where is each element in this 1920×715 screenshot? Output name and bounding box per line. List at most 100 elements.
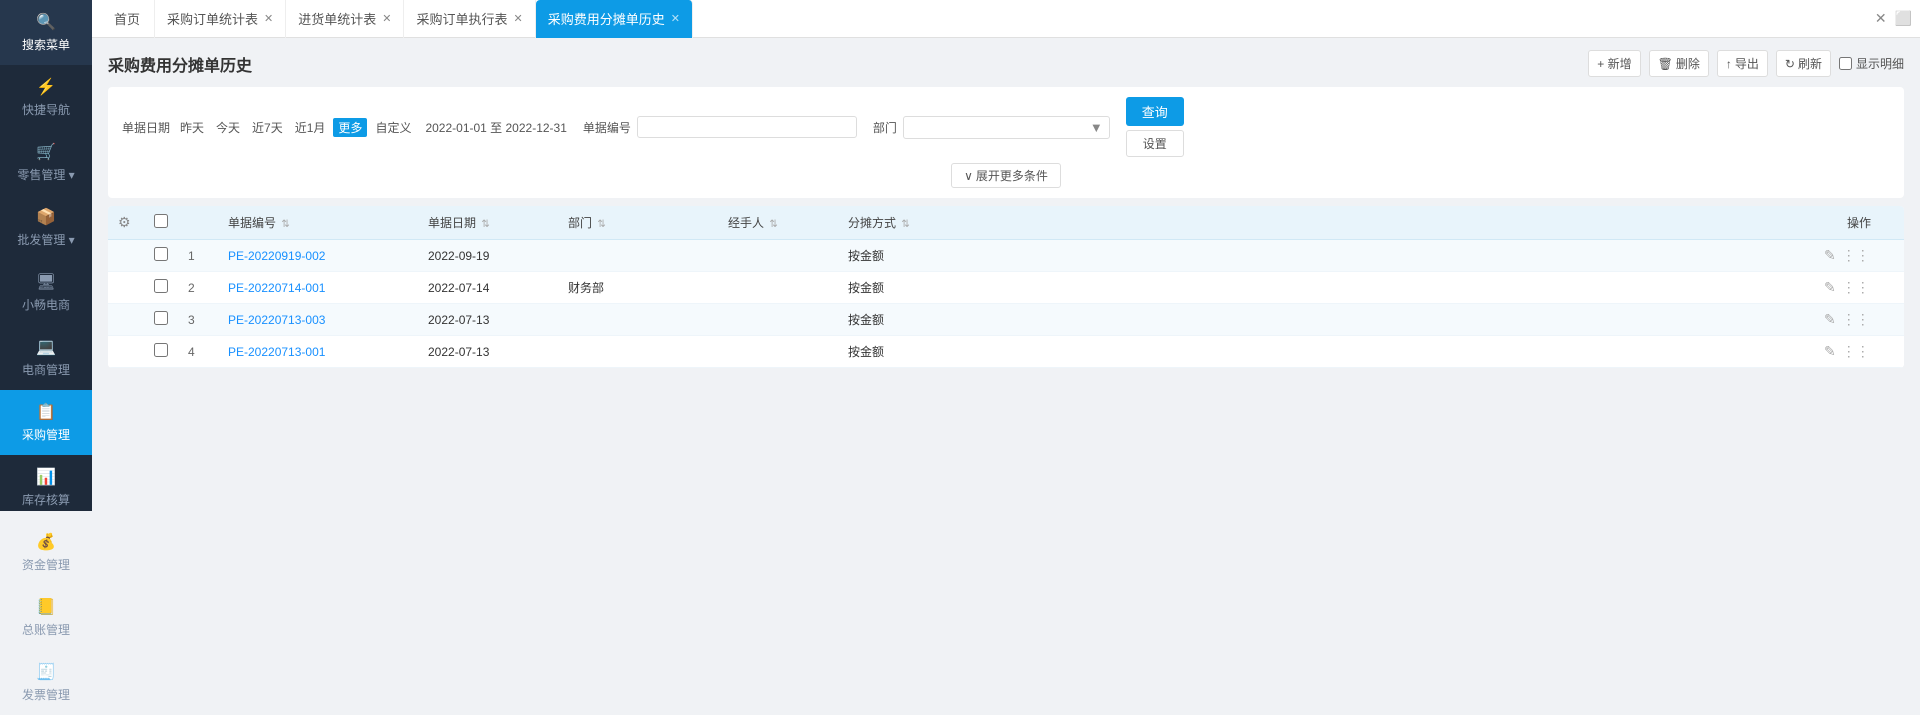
- row-checkbox-1[interactable]: [154, 279, 168, 293]
- refresh-icon: ↻: [1785, 57, 1795, 71]
- shortcut-yesterday[interactable]: 昨天: [176, 118, 208, 137]
- shortcut-7days[interactable]: 近7天: [248, 118, 287, 137]
- row-edit-icon-3[interactable]: ✎: [1824, 343, 1836, 360]
- row-more-icon-0[interactable]: ⋮⋮: [1842, 247, 1870, 264]
- row-dept-0: [558, 240, 718, 272]
- dept-dropdown-icon[interactable]: ▼: [1084, 117, 1109, 138]
- row-split-0: 按金额: [838, 240, 1814, 272]
- sidebar-icon: 💰: [4, 532, 88, 552]
- row-handler-3: [718, 336, 838, 368]
- export-button[interactable]: ↑ 导出: [1717, 50, 1768, 77]
- row-more-icon-1[interactable]: ⋮⋮: [1842, 279, 1870, 296]
- row-split-2: 按金额: [838, 304, 1814, 336]
- sidebar-icon: 🛒: [4, 142, 88, 162]
- add-button[interactable]: + 新增: [1588, 50, 1640, 77]
- row-checkbox-2[interactable]: [154, 311, 168, 325]
- sidebar-icon: 📊: [4, 467, 88, 487]
- row-setting-3: [108, 336, 144, 368]
- filter-row: 单据日期 昨天 今天 近7天 近1月 更多 自定义 2022-01-01 至 2…: [122, 97, 1890, 157]
- row-handler-1: [718, 272, 838, 304]
- show-columns-checkbox[interactable]: [1839, 57, 1852, 70]
- tab-purchase-order-exec[interactable]: 采购订单执行表 ✕: [404, 0, 535, 38]
- row-checkbox-3[interactable]: [154, 343, 168, 357]
- table-row: 2 PE-20220714-001 2022-07-14 财务部 按金额 ✎ ⋮…: [108, 272, 1904, 304]
- query-button[interactable]: 查询: [1126, 97, 1184, 126]
- row-checkbox-0[interactable]: [154, 247, 168, 261]
- col-action-header: 操作: [1814, 206, 1904, 240]
- column-settings-icon[interactable]: ⚙: [118, 214, 131, 230]
- close-tab-2[interactable]: ✕: [382, 12, 391, 25]
- row-action-1: ✎ ⋮⋮: [1814, 272, 1904, 304]
- row-more-icon-3[interactable]: ⋮⋮: [1842, 343, 1870, 360]
- docno-filter: 单据编号: [583, 116, 857, 138]
- tab-bar-right: ✕ ⬜: [1875, 10, 1912, 27]
- row-docno-3: PE-20220713-001: [218, 336, 418, 368]
- date-filter-label: 单据日期: [122, 119, 170, 136]
- tab-purchase-cost-history[interactable]: 采购费用分摊单历史 ✕: [536, 0, 693, 38]
- shortcut-1month[interactable]: 近1月: [291, 118, 330, 137]
- sidebar: 🔍搜索菜单⚡快捷导航🛒零售管理 ▾📦批发管理 ▾🖥小畅电商💻电商管理📋采购管理 📊…: [0, 0, 92, 511]
- split-sort-icon[interactable]: ⇅: [901, 219, 909, 230]
- sidebar-item-发票管理[interactable]: 🧾发票管理: [0, 650, 92, 715]
- doc-link-2[interactable]: PE-20220713-003: [228, 313, 325, 327]
- sidebar-icon: 🧾: [4, 662, 88, 682]
- sidebar-item-总账管理[interactable]: 📒总账管理: [0, 585, 92, 650]
- page-title: 采购费用分摊单历史: [108, 52, 252, 76]
- shortcut-today[interactable]: 今天: [212, 118, 244, 137]
- sidebar-item-批发管理[interactable]: 📦批发管理 ▾: [0, 195, 92, 260]
- row-check-0: [144, 240, 178, 272]
- sidebar-item-库存核算[interactable]: 📊库存核算: [0, 455, 92, 520]
- delete-icon: 🗑: [1658, 57, 1673, 71]
- table-header-row: ⚙ 单据编号 ⇅ 单据日期 ⇅: [108, 206, 1904, 240]
- dept-select-wrap: ▼: [903, 116, 1110, 139]
- row-edit-icon-2[interactable]: ✎: [1824, 311, 1836, 328]
- row-more-icon-2[interactable]: ⋮⋮: [1842, 311, 1870, 328]
- table-row: 4 PE-20220713-001 2022-07-13 按金额 ✎ ⋮⋮: [108, 336, 1904, 368]
- expand-row: ∨ 展开更多条件: [122, 163, 1890, 188]
- tab-inbound-stats[interactable]: 进货单统计表 ✕: [286, 0, 404, 38]
- maximize-window-icon[interactable]: ⬜: [1895, 10, 1912, 27]
- shortcut-custom[interactable]: 自定义: [371, 118, 415, 137]
- sidebar-item-电商管理[interactable]: 💻电商管理: [0, 325, 92, 390]
- row-dept-2: [558, 304, 718, 336]
- close-window-icon[interactable]: ✕: [1875, 10, 1887, 27]
- close-tab-1[interactable]: ✕: [264, 12, 273, 25]
- docno-sort-icon[interactable]: ⇅: [281, 219, 289, 230]
- dept-sort-icon[interactable]: ⇅: [597, 219, 605, 230]
- date-shortcuts: 昨天 今天 近7天 近1月 更多 自定义: [176, 118, 415, 137]
- delete-button[interactable]: 🗑 删除: [1649, 50, 1709, 77]
- refresh-button[interactable]: ↻ 刷新: [1776, 50, 1831, 77]
- row-handler-2: [718, 304, 838, 336]
- doc-link-1[interactable]: PE-20220714-001: [228, 281, 325, 295]
- sidebar-item-资金管理[interactable]: 💰资金管理: [0, 520, 92, 585]
- show-columns-label[interactable]: 显示明细: [1839, 55, 1904, 72]
- sidebar-item-快捷导航[interactable]: ⚡快捷导航: [0, 65, 92, 130]
- tab-purchase-order-stats[interactable]: 采购订单统计表 ✕: [155, 0, 286, 38]
- row-check-3: [144, 336, 178, 368]
- sidebar-item-搜索菜单[interactable]: 🔍搜索菜单: [0, 0, 92, 65]
- col-check-header: [144, 206, 178, 240]
- sidebar-item-采购管理[interactable]: 📋采购管理: [0, 390, 92, 455]
- handler-sort-icon[interactable]: ⇅: [769, 219, 777, 230]
- shortcut-more[interactable]: 更多: [333, 118, 367, 137]
- close-tab-3[interactable]: ✕: [514, 12, 523, 25]
- select-all-checkbox[interactable]: [154, 214, 168, 228]
- doc-link-3[interactable]: PE-20220713-001: [228, 345, 325, 359]
- close-tab-4[interactable]: ✕: [671, 12, 680, 25]
- sidebar-icon: 📒: [4, 597, 88, 617]
- date-sort-icon[interactable]: ⇅: [481, 219, 489, 230]
- row-setting-2: [108, 304, 144, 336]
- row-docno-0: PE-20220919-002: [218, 240, 418, 272]
- row-action-3: ✎ ⋮⋮: [1814, 336, 1904, 368]
- tab-home[interactable]: 首页: [100, 0, 155, 38]
- doc-link-0[interactable]: PE-20220919-002: [228, 249, 325, 263]
- row-edit-icon-0[interactable]: ✎: [1824, 247, 1836, 264]
- expand-button[interactable]: ∨ 展开更多条件: [951, 163, 1061, 188]
- docno-input[interactable]: [637, 116, 857, 138]
- sidebar-item-零售管理[interactable]: 🛒零售管理 ▾: [0, 130, 92, 195]
- sidebar-icon: 📦: [4, 207, 88, 227]
- row-edit-icon-1[interactable]: ✎: [1824, 279, 1836, 296]
- sidebar-item-小畅电商[interactable]: 🖥小畅电商: [0, 260, 92, 325]
- settings-button[interactable]: 设置: [1126, 130, 1184, 157]
- dept-input[interactable]: [904, 117, 1084, 137]
